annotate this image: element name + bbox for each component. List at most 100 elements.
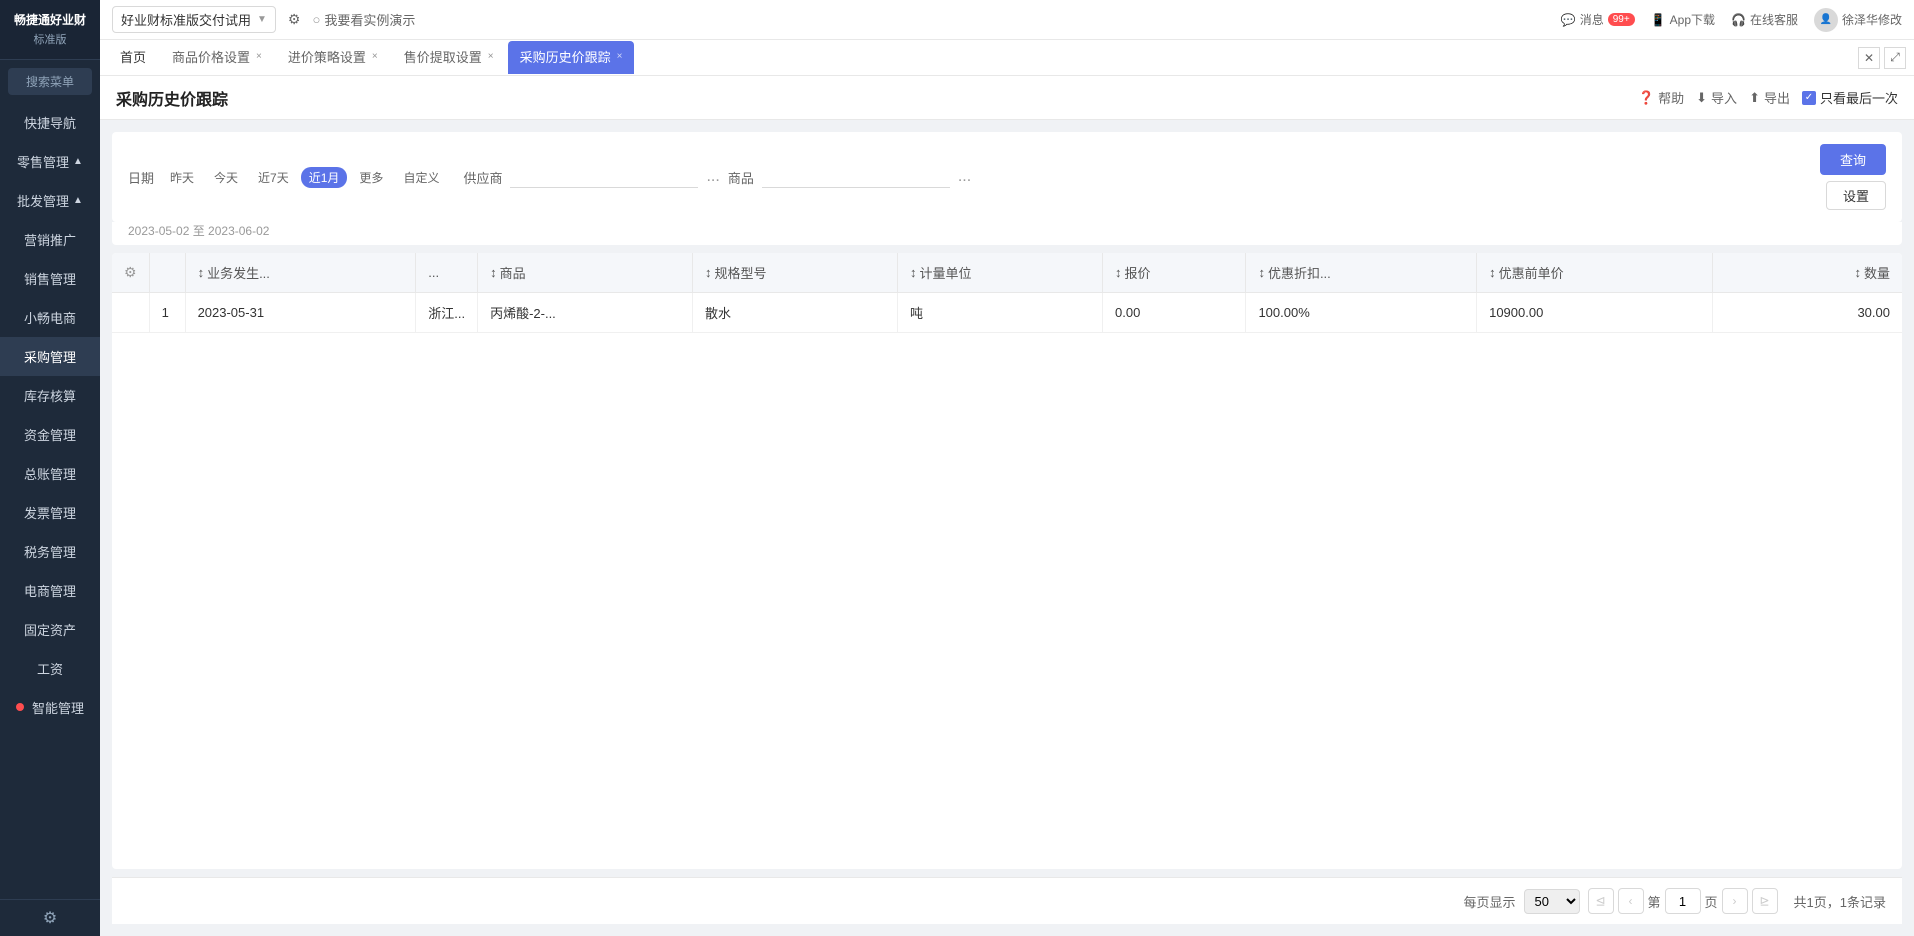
date-btn-近1月[interactable]: 近1月 (301, 167, 348, 188)
table-header-spec[interactable]: ↕ 规格型号 (693, 253, 898, 293)
date-btn-近7天[interactable]: 近7天 (250, 167, 297, 188)
close-tab-button[interactable]: ✕ (1858, 47, 1880, 69)
sidebar-item-label: 发票管理 (24, 503, 76, 522)
table-header-discount[interactable]: ↕ 优惠折扣... (1246, 253, 1477, 293)
sidebar-item-quick-nav[interactable]: 快捷导航 (0, 103, 100, 142)
user-menu-button[interactable]: 👤 徐泽华修改 (1814, 8, 1902, 32)
tab-close-button[interactable]: × (372, 51, 378, 62)
tab-close-button[interactable]: × (488, 51, 494, 62)
search-menu-button[interactable]: 搜索菜单 (8, 68, 92, 95)
per-page-select[interactable]: 50 100 200 (1524, 889, 1580, 914)
col-quote-label: 报价 (1125, 263, 1151, 282)
supplier-input[interactable] (510, 166, 698, 188)
export-icon: ⬆ (1749, 90, 1760, 106)
cell-quote: 0.00 (1103, 293, 1246, 333)
avatar: 👤 (1814, 8, 1838, 32)
topbar-right: 💬 消息 99+ 📱 App下载 🎧 在线客服 👤 徐泽华修改 (1561, 8, 1902, 32)
date-filter-group: 日期 昨天今天近7天近1月更多自定义 (128, 167, 447, 188)
messages-badge: 99+ (1608, 13, 1635, 26)
cell-pre-discount-price: 10900.00 (1477, 293, 1713, 333)
gear-icon[interactable]: ⚙ (43, 910, 57, 927)
import-label: 导入 (1711, 88, 1737, 107)
tab-home[interactable]: 首页 (108, 41, 158, 74)
online-service-button[interactable]: 🎧 在线客服 (1731, 11, 1798, 28)
goods-dots-button[interactable]: ... (958, 168, 971, 186)
tab-sale_price[interactable]: 售价提取设置× (392, 41, 506, 74)
table-header-quantity[interactable]: ↕ 数量 (1712, 253, 1902, 293)
column-settings-icon[interactable]: ⚙ (124, 264, 137, 280)
expand-button[interactable]: ⤢ (1884, 47, 1906, 69)
tab-purchase_strategy[interactable]: 进价策略设置 × (276, 41, 390, 74)
export-button[interactable]: ⬆ 导出 (1749, 88, 1790, 107)
table-row: 12023-05-31浙江...丙烯酸-2-...散水吨0.00100.00%1… (112, 293, 1902, 333)
version-selector[interactable]: 好业财标准版交付试用 ▼ (112, 6, 276, 33)
last-page-button[interactable]: ⊵ (1752, 888, 1778, 914)
sidebar-item-payroll[interactable]: 工资 (0, 649, 100, 688)
tab-close-button[interactable]: × (256, 51, 262, 62)
tab-history_price[interactable]: 采购历史价跟踪× (508, 41, 635, 74)
prev-page-button[interactable]: ‹ (1618, 888, 1644, 914)
table-header-quote[interactable]: ↕ 报价 (1103, 253, 1246, 293)
col-supplier-label: 商品 (500, 263, 526, 282)
first-page-button[interactable]: ⊴ (1588, 888, 1614, 914)
next-page-button[interactable]: › (1722, 888, 1748, 914)
sidebar-item-assets[interactable]: 固定资产 (0, 610, 100, 649)
col-spec-label: 规格型号 (715, 263, 767, 282)
filter-settings-button[interactable]: 设置 (1826, 181, 1886, 210)
tab-label: 首页 (120, 47, 146, 66)
tab-close-button[interactable]: × (617, 51, 623, 62)
sidebar-item-label: 资金管理 (24, 425, 76, 444)
page-input[interactable]: 1 (1665, 888, 1701, 914)
help-label: 帮助 (1658, 88, 1684, 107)
sidebar-item-purchase[interactable]: 采购管理 (0, 337, 100, 376)
goods-input[interactable] (762, 166, 950, 188)
chevron-icon: ▲ (73, 156, 83, 167)
sidebar-item-invoice[interactable]: 发票管理 (0, 493, 100, 532)
col-discount-label: 优惠折扣... (1268, 263, 1331, 282)
sidebar-item-ecommerce[interactable]: 电商管理 (0, 571, 100, 610)
tab-label: 进价策略设置 (288, 47, 366, 66)
sidebar-item-label: 智能管理 (32, 698, 84, 717)
app-download-button[interactable]: 📱 App下载 (1651, 11, 1715, 28)
sidebar-item-inventory[interactable]: 库存核算 (0, 376, 100, 415)
sidebar-item-ledger[interactable]: 总账管理 (0, 454, 100, 493)
demo-button[interactable]: ○ 我要看实例演示 (312, 10, 415, 29)
cell-seq: 1 (149, 293, 185, 333)
supplier-label: 供应商 (463, 168, 502, 187)
col-date-label: 业务发生... (207, 263, 270, 282)
settings-icon[interactable]: ⚙ (288, 11, 301, 28)
sidebar-item-label: 税务管理 (24, 542, 76, 561)
date-btn-自定义[interactable]: 自定义 (395, 167, 447, 188)
pagination-nav: ⊴ ‹ 第 1 页 › ⊵ (1588, 888, 1778, 914)
sidebar-item-marketing[interactable]: 营销推广 (0, 220, 100, 259)
col-pre-discount-label: 优惠前单价 (1499, 263, 1564, 282)
mobile-icon: 📱 (1651, 13, 1666, 27)
sidebar-item-smart[interactable]: 智能管理 (0, 688, 100, 727)
table-header-supplier[interactable]: ↕ 商品 (478, 253, 693, 293)
sidebar-item-label: 采购管理 (24, 347, 76, 366)
supplier-dots-button[interactable]: ... (706, 168, 719, 186)
table-header-pre-discount-price[interactable]: ↕ 优惠前单价 (1477, 253, 1713, 293)
date-btn-昨天[interactable]: 昨天 (162, 167, 202, 188)
date-btn-今天[interactable]: 今天 (206, 167, 246, 188)
sidebar-item-label: 电商管理 (24, 581, 76, 600)
messages-button[interactable]: 💬 消息 99+ (1561, 11, 1635, 28)
cell-spec: 散水 (693, 293, 898, 333)
tab-price[interactable]: 商品价格设置× (160, 41, 274, 74)
query-button[interactable]: 查询 (1820, 144, 1886, 175)
sidebar-item-retail[interactable]: 零售管理▲ (0, 142, 100, 181)
date-btn-更多[interactable]: 更多 (351, 167, 391, 188)
last-only-checkbox[interactable]: 只看最后一次 (1802, 88, 1898, 107)
sidebar-item-tax[interactable]: 税务管理 (0, 532, 100, 571)
sidebar-item-ecommerce_small[interactable]: 小畅电商 (0, 298, 100, 337)
table-header-extra[interactable]: ... (416, 253, 478, 293)
table-header-unit[interactable]: ↕ 计量单位 (898, 253, 1103, 293)
sidebar-item-sales[interactable]: 销售管理 (0, 259, 100, 298)
sidebar: 畅捷通好业财 标准版 搜索菜单 快捷导航 零售管理▲批发管理▲营销推广销售管理小… (0, 0, 100, 936)
sidebar-item-wholesale[interactable]: 批发管理▲ (0, 181, 100, 220)
import-button[interactable]: ⬇ 导入 (1696, 88, 1737, 107)
version-label: 好业财标准版交付试用 (121, 10, 251, 29)
table-header-date[interactable]: ↕ 业务发生... (185, 253, 416, 293)
sidebar-item-finance[interactable]: 资金管理 (0, 415, 100, 454)
help-button[interactable]: ❓ 帮助 (1638, 88, 1684, 107)
